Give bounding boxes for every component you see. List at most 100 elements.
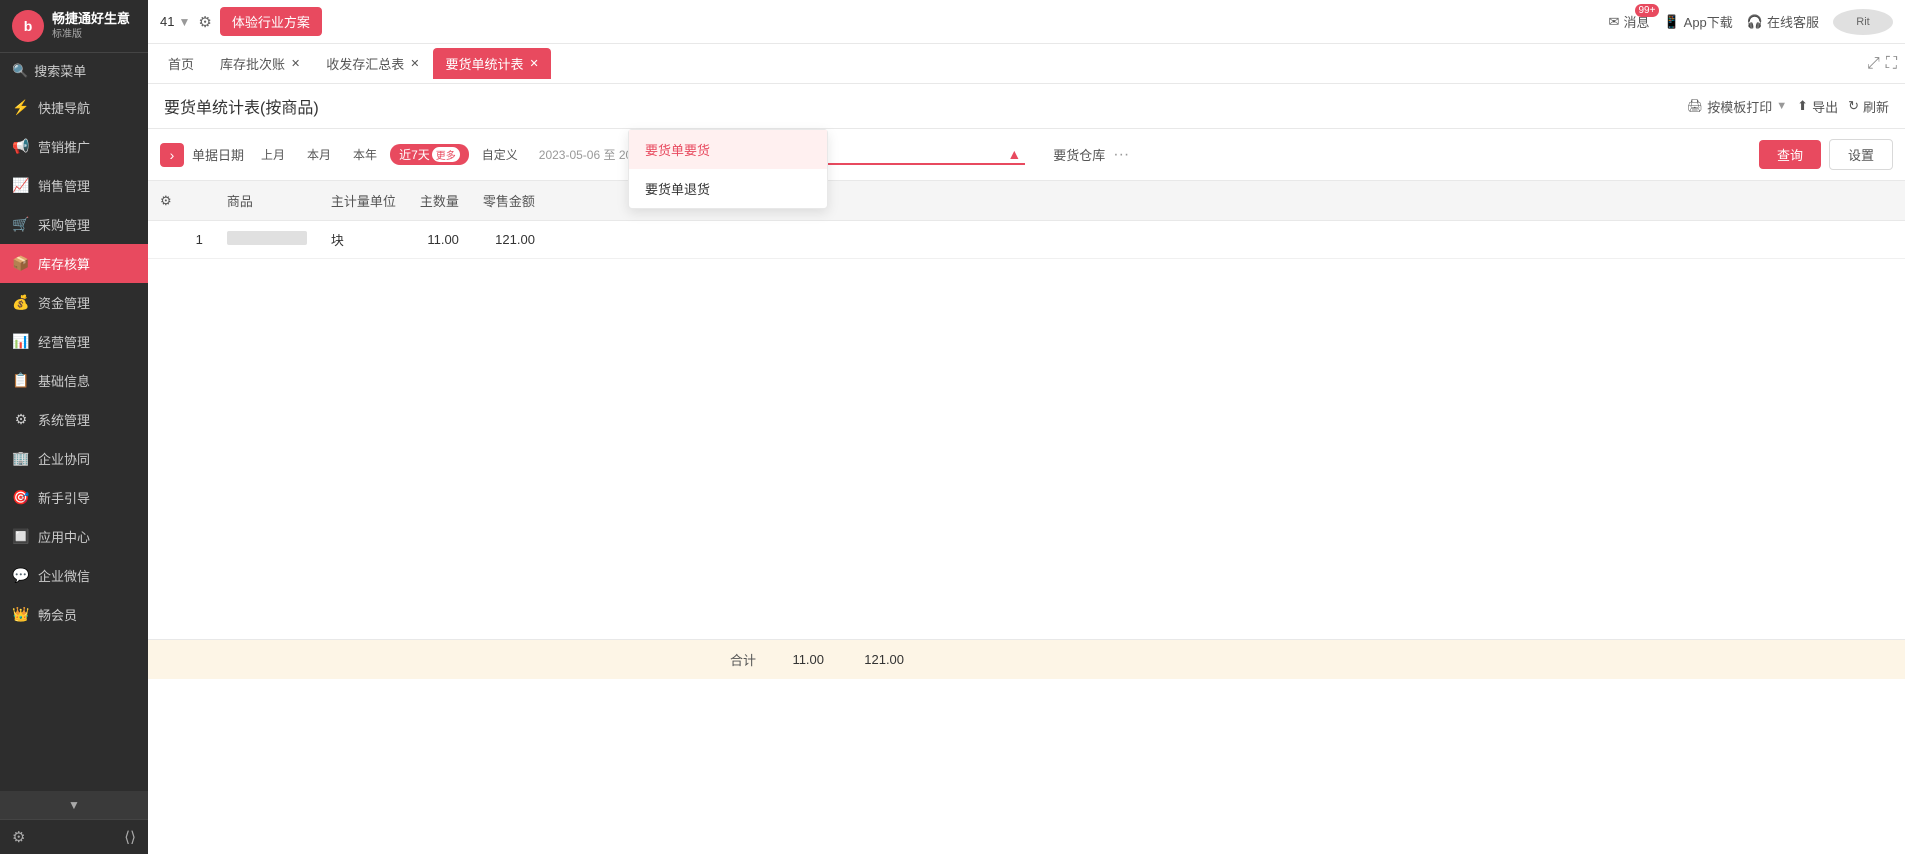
sidebar-item-guide[interactable]: 🎯 新手引导: [0, 478, 148, 517]
chevron-right-icon: ›: [170, 147, 175, 163]
tab-close-receive-summary[interactable]: ✕: [410, 57, 419, 70]
sidebar-item-marketing[interactable]: 📢 营销推广: [0, 127, 148, 166]
sidebar-item-quick-nav[interactable]: ⚡ 快捷导航: [0, 88, 148, 127]
col-settings[interactable]: ⚙: [148, 181, 184, 221]
chevron-down-icon: ▼: [1776, 100, 1787, 112]
tab-batch-account[interactable]: 库存批次账 ✕: [208, 48, 312, 79]
phone-icon: 📱: [1663, 14, 1679, 30]
tab-order-summary[interactable]: 要货单统计表 ✕: [433, 48, 550, 79]
sidebar: b 畅捷通好生意 标准版 🔍 搜索菜单 ⚡ 快捷导航 📢 营销推广 📈 销售管理…: [0, 0, 148, 854]
goods-placeholder: [227, 231, 307, 245]
date-recent-btn[interactable]: 近7天 更多: [390, 144, 469, 165]
query-btn[interactable]: 查询: [1759, 140, 1821, 169]
collapse-icon[interactable]: ⟨⟩: [124, 828, 136, 846]
row-qty: 11.00: [408, 221, 471, 259]
user-avatar[interactable]: Rit: [1833, 9, 1893, 35]
search-icon: 🔍: [12, 63, 28, 79]
sidebar-item-finance[interactable]: 💰 资金管理: [0, 283, 148, 322]
page-inner: 要货单统计表(按商品) 🖨 按模板打印 ▼ ⬆ 导出 ↻ 刷新: [148, 84, 1905, 854]
basic-icon: 📋: [12, 372, 30, 389]
tab-close-batch-account[interactable]: ✕: [291, 57, 300, 70]
date-quick-btns: 上月 本月 本年 近7天 更多 自定义: [252, 143, 527, 166]
tab-receive-summary[interactable]: 收发存汇总表 ✕: [314, 48, 431, 79]
app-logo-icon: b: [12, 10, 44, 42]
settings-icon[interactable]: ⚙: [12, 828, 25, 846]
finance-icon: 💰: [12, 294, 30, 311]
page-actions: 🖨 按模板打印 ▼ ⬆ 导出 ↻ 刷新: [1687, 97, 1889, 116]
sidebar-scroll-down[interactable]: ▼: [0, 791, 148, 819]
message-icon: ✉: [1609, 14, 1620, 30]
message-btn[interactable]: ✉ 消息 99+: [1609, 12, 1650, 31]
date-custom-btn[interactable]: 自定义: [473, 143, 527, 166]
type-dropdown-chevron[interactable]: ▲: [1003, 146, 1025, 162]
summary-label: 合计: [730, 650, 756, 669]
row-goods: [215, 221, 319, 259]
tab-home[interactable]: 首页: [156, 48, 206, 79]
export-btn[interactable]: ⬆ 导出: [1797, 97, 1838, 116]
app-logo-text: 畅捷通好生意 标准版: [52, 11, 130, 41]
chevron-down-icon: ▼: [178, 15, 190, 29]
warehouse-more-icon[interactable]: ···: [1113, 146, 1129, 164]
col-amount: 零售金额: [471, 181, 547, 221]
store-selector[interactable]: 41 ▼: [160, 14, 190, 29]
refresh-icon: ↻: [1848, 98, 1859, 114]
sidebar-search-btn[interactable]: 🔍 搜索菜单: [0, 53, 148, 88]
online-service-btn[interactable]: 🎧 在线客服: [1747, 12, 1819, 31]
sidebar-item-operation[interactable]: 📊 经营管理: [0, 322, 148, 361]
sidebar-nav: ⚡ 快捷导航 📢 营销推广 📈 销售管理 🛒 采购管理 📦 库存核算 💰 资金管…: [0, 88, 148, 791]
row-settings: [148, 221, 184, 259]
table-row: 1 块 11.00 121.00: [148, 221, 1905, 259]
tab-close-order-summary[interactable]: ✕: [530, 57, 539, 70]
setting-btn[interactable]: 设置: [1829, 139, 1893, 170]
export-icon: ⬆: [1797, 98, 1808, 114]
sidebar-item-enterprise[interactable]: 🏢 企业协同: [0, 439, 148, 478]
sidebar-item-wechat[interactable]: 💬 企业微信: [0, 556, 148, 595]
marketing-icon: 📢: [12, 138, 30, 155]
filter-bar: › 单据日期 上月 本月 本年 近7天 更多 自定义 2023-05-06 至 …: [148, 129, 1905, 181]
refresh-btn[interactable]: ↻ 刷新: [1848, 97, 1889, 116]
data-table: ⚙ 商品 主计量单位 主数量 零售金额: [148, 181, 1905, 259]
demo-btn[interactable]: 体验行业方案: [220, 7, 322, 36]
date-year-btn[interactable]: 本年: [344, 143, 386, 166]
filter-toggle-btn[interactable]: ›: [160, 143, 184, 167]
sidebar-bottom: ⚙ ⟨⟩: [0, 819, 148, 854]
content-spacer: [148, 259, 1905, 639]
sidebar-item-basic[interactable]: 📋 基础信息: [0, 361, 148, 400]
print-btn[interactable]: 🖨 按模板打印 ▼: [1687, 97, 1787, 116]
inventory-icon: 📦: [12, 255, 30, 272]
page-content: 要货单统计表(按商品) 🖨 按模板打印 ▼ ⬆ 导出 ↻ 刷新: [148, 84, 1905, 854]
col-goods: 商品: [215, 181, 319, 221]
sidebar-item-app-center[interactable]: 🔲 应用中心: [0, 517, 148, 556]
table-header: ⚙ 商品 主计量单位 主数量 零售金额: [148, 181, 1905, 221]
sidebar-item-purchase[interactable]: 🛒 采购管理: [0, 205, 148, 244]
member-icon: 👑: [12, 606, 30, 623]
sidebar-item-member[interactable]: 👑 畅会员: [0, 595, 148, 634]
dropdown-item-order-return[interactable]: 要货单退货: [629, 169, 827, 208]
row-unit: 块: [319, 221, 408, 259]
dropdown-item-order-goods[interactable]: 要货单要货: [629, 130, 827, 169]
date-current-month-btn[interactable]: 本月: [298, 143, 340, 166]
app-name: 畅捷通好生意: [52, 11, 130, 28]
fullscreen-icon[interactable]: ⛶: [1886, 55, 1897, 73]
date-prev-month-btn[interactable]: 上月: [252, 143, 294, 166]
print-icon: 🖨: [1687, 98, 1704, 114]
chevron-down-icon: ▼: [68, 798, 80, 812]
expand-icon[interactable]: ⤢: [1867, 55, 1880, 73]
sidebar-item-system[interactable]: ⚙ 系统管理: [0, 400, 148, 439]
sidebar-logo: b 畅捷通好生意 标准版: [0, 0, 148, 53]
topbar-settings-icon[interactable]: ⚙: [198, 13, 211, 31]
operation-icon: 📊: [12, 333, 30, 350]
summary-qty: 11.00: [756, 652, 836, 667]
row-empty: [547, 221, 1905, 259]
topbar-right: ✉ 消息 99+ 📱 App下载 🎧 在线客服 Rit: [1609, 9, 1893, 35]
date-filter-label: 单据日期: [192, 145, 244, 164]
enterprise-icon: 🏢: [12, 450, 30, 467]
quick-nav-icon: ⚡: [12, 99, 30, 116]
purchase-icon: 🛒: [12, 216, 30, 233]
app-version: 标准版: [52, 28, 130, 41]
app-download-btn[interactable]: 📱 App下载: [1663, 12, 1732, 31]
page-header: 要货单统计表(按商品) 🖨 按模板打印 ▼ ⬆ 导出 ↻ 刷新: [148, 84, 1905, 129]
sidebar-item-inventory[interactable]: 📦 库存核算: [0, 244, 148, 283]
wechat-icon: 💬: [12, 567, 30, 584]
sidebar-item-sales[interactable]: 📈 销售管理: [0, 166, 148, 205]
